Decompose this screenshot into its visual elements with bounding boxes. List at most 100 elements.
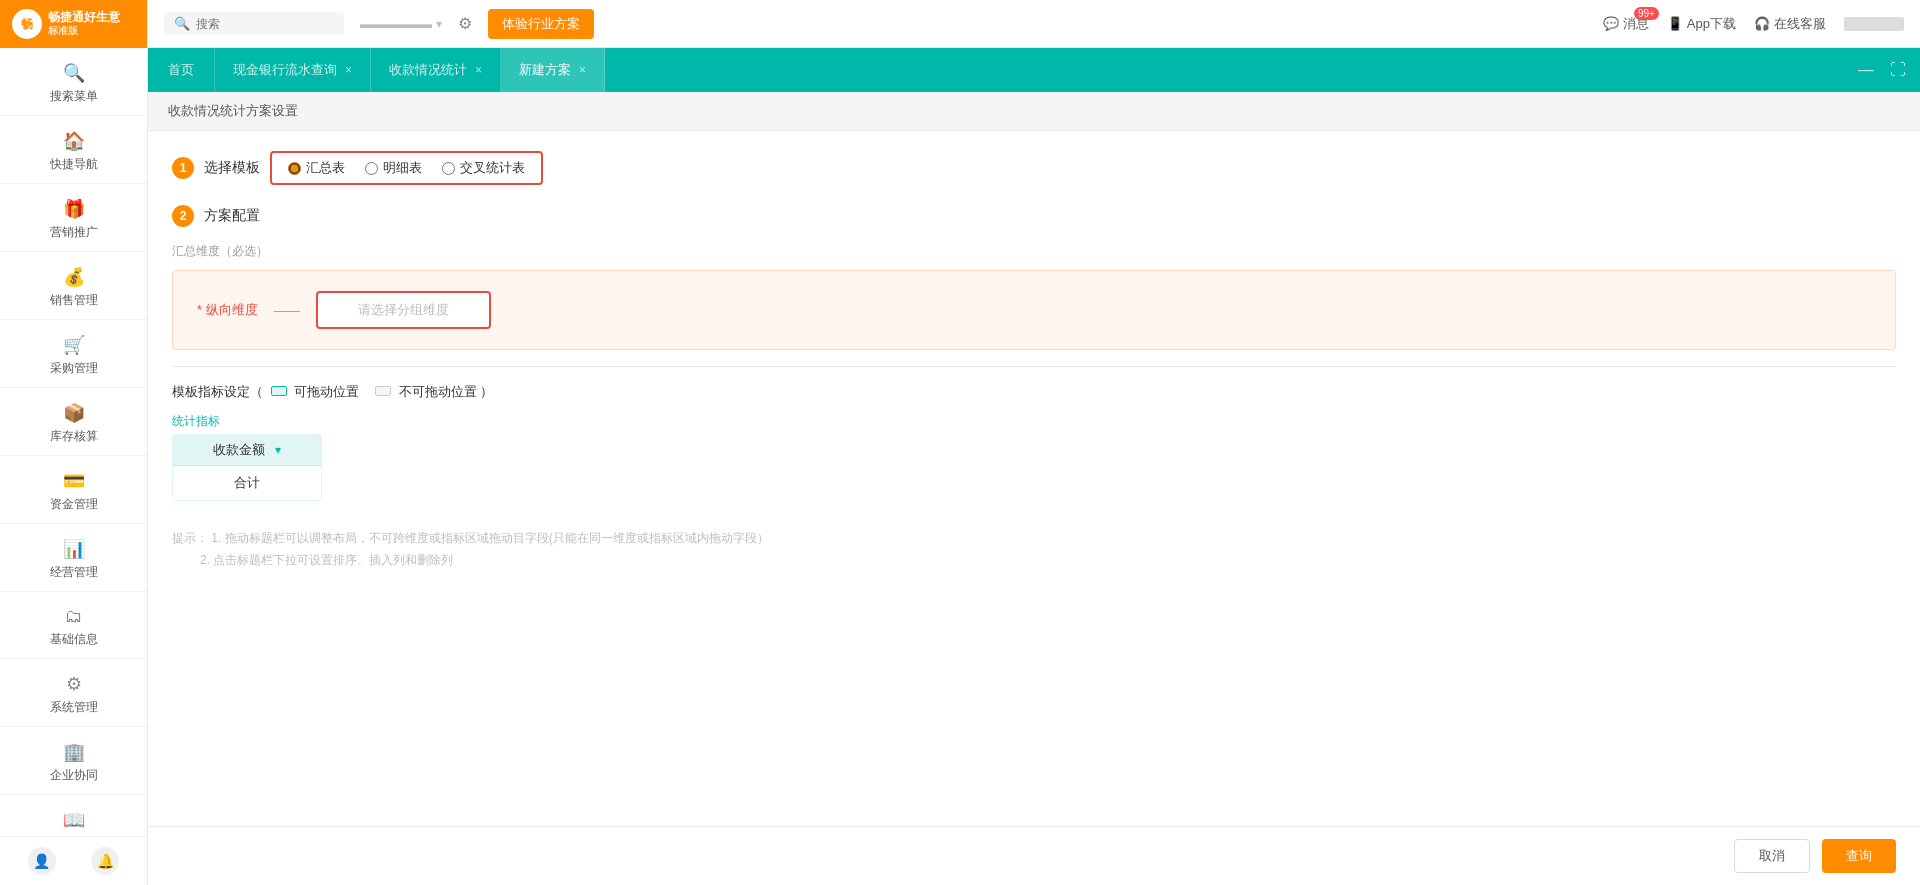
sidebar: 畅 畅捷通好生意 标准版 🔍 搜索菜单 🏠 快捷导航 🎁 营销推广 💰 销售管理… xyxy=(0,0,148,885)
stats-table-row-total: 合计 xyxy=(173,466,321,500)
tab-minimize-button[interactable]: — xyxy=(1854,57,1878,83)
section2-header: 2 方案配置 xyxy=(172,205,1896,227)
stats-header-text: 收款金额 xyxy=(213,441,265,459)
dimension-subsection: 汇总维度（必选） * 纵向维度 —— 请选择分组维度 xyxy=(172,243,1896,350)
page-header-title: 收款情况统计方案设置 xyxy=(168,103,298,118)
tab-home[interactable]: 首页 xyxy=(148,48,215,92)
tab-new-plan-close[interactable]: × xyxy=(579,63,586,77)
sidebar-footer: 👤 🔔 xyxy=(0,836,147,885)
sidebar-item-search[interactable]: 🔍 搜索菜单 xyxy=(0,48,147,116)
metrics-legend-fixed-indicator xyxy=(375,386,391,396)
sidebar-item-guide[interactable]: 📖 新手引导 xyxy=(0,795,147,836)
building-icon: 🏢 xyxy=(63,741,85,763)
settings-icon[interactable]: ⚙ xyxy=(458,14,472,33)
sidebar-item-enterprise[interactable]: 🏢 企业协同 xyxy=(0,727,147,795)
gear-icon: ⚙ xyxy=(66,673,82,695)
sidebar-item-enterprise-label: 企业协同 xyxy=(50,767,98,784)
sidebar-footer-icon-2[interactable]: 🔔 xyxy=(91,847,119,875)
tab-receipts[interactable]: 收款情况统计 × xyxy=(371,48,501,92)
tab-new-plan[interactable]: 新建方案 × xyxy=(501,48,605,92)
sidebar-footer-icon-1[interactable]: 👤 xyxy=(28,847,56,875)
query-button[interactable]: 查询 xyxy=(1822,839,1896,873)
user-name xyxy=(1844,17,1904,31)
message-badge: 99+ xyxy=(1634,7,1659,20)
section1-title: 选择模板 xyxy=(204,159,260,177)
download-icon: 📱 xyxy=(1667,16,1683,31)
radio-summary-label: 汇总表 xyxy=(306,159,345,177)
sidebar-item-inventory[interactable]: 📦 库存核算 xyxy=(0,388,147,456)
industry-solution-button[interactable]: 体验行业方案 xyxy=(488,9,594,39)
logo-badge: 标准版 xyxy=(48,24,120,38)
stats-row-total-text: 合计 xyxy=(234,475,260,490)
sidebar-item-inventory-label: 库存核算 xyxy=(50,428,98,445)
sidebar-item-marketing[interactable]: 🎁 营销推广 xyxy=(0,184,147,252)
sidebar-item-purchase[interactable]: 🛒 采购管理 xyxy=(0,320,147,388)
sidebar-item-purchase-label: 采购管理 xyxy=(50,360,98,377)
tip-text-2: 2. 点击标题栏下拉可设置排序、插入列和删除列 xyxy=(200,550,453,572)
service-button[interactable]: 🎧 在线客服 xyxy=(1754,15,1826,33)
tab-receipts-close[interactable]: × xyxy=(475,63,482,77)
topbar-search-box[interactable]: 🔍 xyxy=(164,12,344,35)
content-area: 收款情况统计方案设置 1 选择模板 汇总表 明细表 xyxy=(148,92,1920,826)
radio-cross[interactable]: 交叉统计表 xyxy=(442,159,525,177)
folder-icon: 🗂 xyxy=(65,606,83,627)
dimension-section-title: 汇总维度（必选） xyxy=(172,243,1896,260)
bottom-action-bar: 取消 查询 xyxy=(148,826,1920,885)
cancel-button[interactable]: 取消 xyxy=(1734,839,1810,873)
sidebar-item-finance-label: 资金管理 xyxy=(50,496,98,513)
message-button[interactable]: 💬 消息 99+ xyxy=(1603,15,1649,33)
dimension-section-title-text: 汇总维度（必选） xyxy=(172,244,268,258)
logo-icon: 畅 xyxy=(12,9,42,39)
radio-cross-label: 交叉统计表 xyxy=(460,159,525,177)
sidebar-item-sales-label: 销售管理 xyxy=(50,292,98,309)
topbar-dropdown[interactable]: ▬▬▬▬▬▬ ▾ xyxy=(360,17,442,31)
sidebar-item-operations[interactable]: 📊 经营管理 xyxy=(0,524,147,592)
main-area: 🔍 ▬▬▬▬▬▬ ▾ ⚙ 体验行业方案 💬 消息 99+ 📱 App下载 🎧 在… xyxy=(148,0,1920,885)
template-radio-group: 汇总表 明细表 交叉统计表 xyxy=(270,151,543,185)
tab-cashflow[interactable]: 现金银行流水查询 × xyxy=(215,48,371,92)
dimension-row: * 纵向维度 —— 请选择分组维度 xyxy=(197,291,1871,329)
radio-detail-label: 明细表 xyxy=(383,159,422,177)
sidebar-item-system-label: 系统管理 xyxy=(50,699,98,716)
dimension-arrow: —— xyxy=(274,303,300,318)
radio-detail-input[interactable] xyxy=(365,162,378,175)
topbar-search-input[interactable] xyxy=(196,17,326,31)
metrics-title-close-paren: ） xyxy=(480,384,493,399)
sidebar-item-quick-nav[interactable]: 🏠 快捷导航 xyxy=(0,116,147,184)
stats-header-chevron[interactable]: ▾ xyxy=(275,443,281,457)
radio-cross-input[interactable] xyxy=(442,162,455,175)
card-icon: 💳 xyxy=(63,470,85,492)
tab-cashflow-close[interactable]: × xyxy=(345,63,352,77)
sidebar-item-marketing-label: 营销推广 xyxy=(50,224,98,241)
sidebar-item-finance[interactable]: 💳 资金管理 xyxy=(0,456,147,524)
cart-icon: 🛒 xyxy=(63,334,85,356)
radio-summary-input[interactable] xyxy=(288,162,301,175)
tip-line-1: 提示： 1. 拖动标题栏可以调整布局，不可跨维度或指标区域拖动目字段(只能在同一… xyxy=(172,528,1896,550)
download-label: App下载 xyxy=(1687,15,1736,33)
tip-text-1: 提示： 1. 拖动标题栏可以调整布局，不可跨维度或指标区域拖动目字段(只能在同一… xyxy=(172,528,769,550)
tab-maximize-button[interactable]: ⛶ xyxy=(1886,57,1910,83)
tab-receipts-label: 收款情况统计 xyxy=(389,61,467,79)
sidebar-item-sales[interactable]: 💰 销售管理 xyxy=(0,252,147,320)
sidebar-item-system[interactable]: ⚙ 系统管理 xyxy=(0,659,147,727)
radio-detail[interactable]: 明细表 xyxy=(365,159,422,177)
tips-section: 提示： 1. 拖动标题栏可以调整布局，不可跨维度或指标区域拖动目字段(只能在同一… xyxy=(172,528,1896,571)
download-button[interactable]: 📱 App下载 xyxy=(1667,15,1736,33)
dimension-area: * 纵向维度 —— 请选择分组维度 xyxy=(172,270,1896,350)
section2-title: 方案配置 xyxy=(204,207,260,225)
chevron-down-icon: ▾ xyxy=(436,17,442,31)
metrics-title-text: 模板指标设定（ xyxy=(172,384,263,399)
logo-text: 畅捷通好生意 xyxy=(48,10,120,24)
dimension-selector[interactable]: 请选择分组维度 xyxy=(316,291,491,329)
metrics-legend-movable-indicator xyxy=(271,386,287,396)
sidebar-logo: 畅 畅捷通好生意 标准版 xyxy=(0,0,147,48)
stats-table-header: 收款金额 ▾ xyxy=(173,435,321,466)
sidebar-item-search-label: 搜索菜单 xyxy=(50,88,98,105)
sidebar-item-basic-info[interactable]: 🗂 基础信息 xyxy=(0,592,147,659)
radio-summary[interactable]: 汇总表 xyxy=(288,159,345,177)
tabbar-actions: — ⛶ xyxy=(1854,57,1920,83)
topbar: 🔍 ▬▬▬▬▬▬ ▾ ⚙ 体验行业方案 💬 消息 99+ 📱 App下载 🎧 在… xyxy=(148,0,1920,48)
tab-new-plan-label: 新建方案 xyxy=(519,61,571,79)
tab-home-label: 首页 xyxy=(168,61,194,79)
book-icon: 📖 xyxy=(63,809,85,831)
